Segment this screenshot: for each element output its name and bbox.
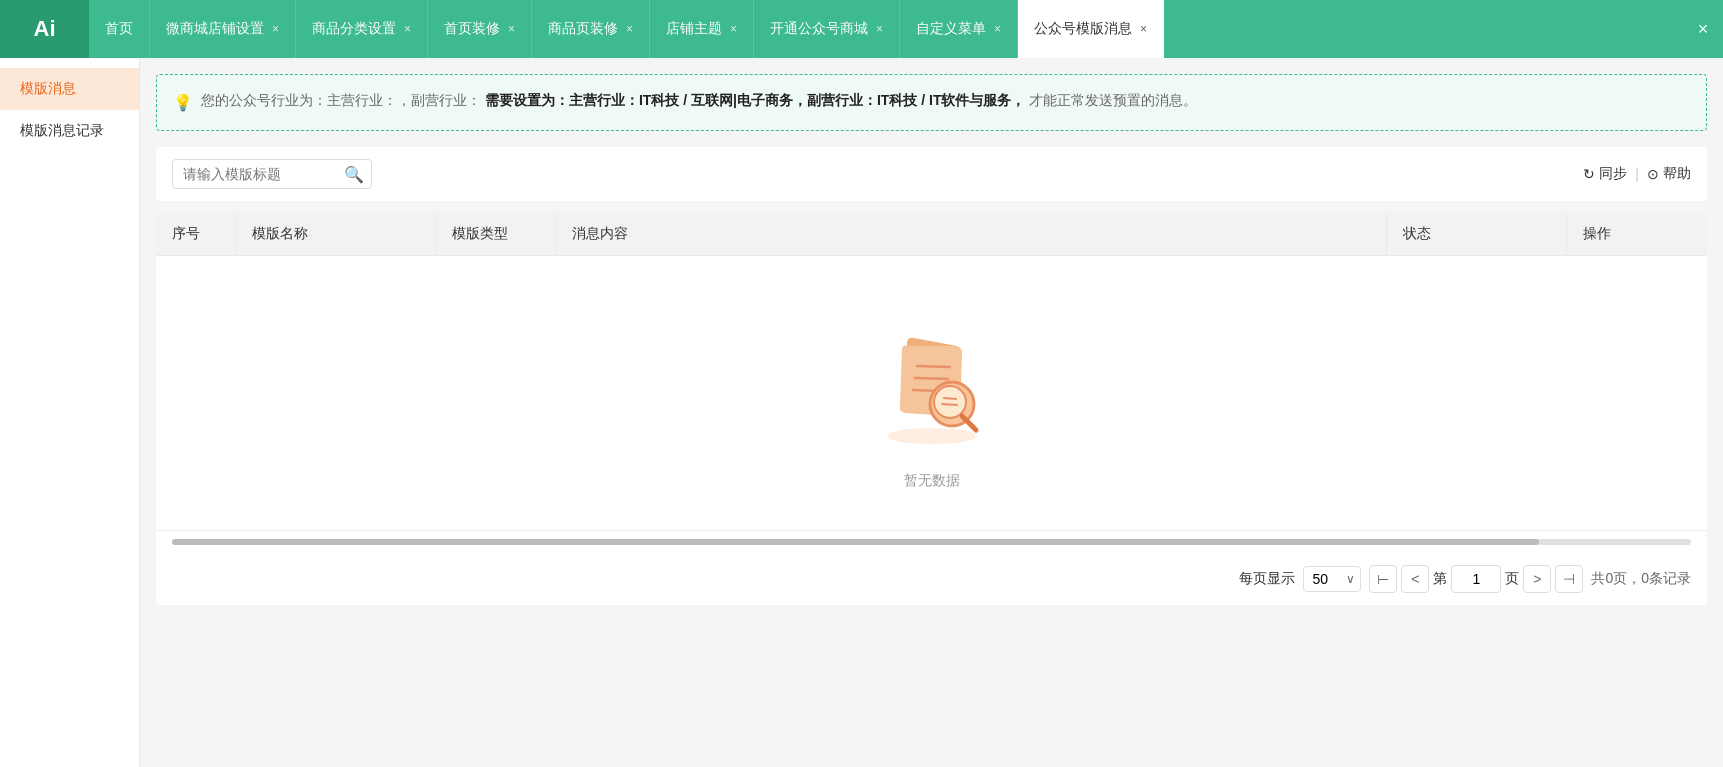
page-size-select[interactable]: 10 20 50 100 xyxy=(1303,566,1361,592)
prev-page-button[interactable]: < xyxy=(1401,565,1429,593)
sidebar-item-template-msg-record[interactable]: 模版消息记录 xyxy=(0,110,139,152)
table-header: 序号 模版名称 模版类型 消息内容 状态 操作 xyxy=(156,213,1707,256)
page-label-before: 第 xyxy=(1433,570,1447,588)
page-label-after: 页 xyxy=(1505,570,1519,588)
help-icon: ⊙ xyxy=(1647,166,1659,182)
alert-box: 💡 您的公众号行业为：主营行业：，副营行业： 需要设置为：主营行业：IT科技 /… xyxy=(156,74,1707,131)
svg-point-5 xyxy=(934,386,966,418)
nav-tab-shop-theme[interactable]: 店铺主题 × xyxy=(650,0,754,58)
nav-tab-custom-menu[interactable]: 自定义菜单 × xyxy=(900,0,1018,58)
col-index: 序号 xyxy=(156,213,236,255)
svg-line-2 xyxy=(915,378,948,379)
alert-text: 您的公众号行业为：主营行业：，副营行业： 需要设置为：主营行业：IT科技 / 互… xyxy=(201,89,1197,111)
sync-button[interactable]: ↻ 同步 xyxy=(1583,165,1627,183)
sync-icon: ↻ xyxy=(1583,166,1595,182)
horizontal-scrollbar[interactable] xyxy=(172,539,1691,545)
first-page-button[interactable]: ⊢ xyxy=(1369,565,1397,593)
search-area: 🔍 ↻ 同步 | ⊙ 帮助 xyxy=(156,147,1707,201)
svg-point-0 xyxy=(887,428,977,444)
alert-highlight: 需要设置为：主营行业：IT科技 / 互联网|电子商务，副营行业：IT科技 / I… xyxy=(485,92,1026,108)
close-tab-shop-theme[interactable]: × xyxy=(730,22,737,36)
horizontal-scrollbar-area[interactable] xyxy=(156,530,1707,553)
help-label: 帮助 xyxy=(1663,165,1691,183)
nav-tab-home-decor[interactable]: 首页装修 × xyxy=(428,0,532,58)
nav-tab-shop-setting[interactable]: 微商城店铺设置 × xyxy=(150,0,296,58)
col-status: 状态 xyxy=(1387,213,1567,255)
nav-tab-product-decor[interactable]: 商品页装修 × xyxy=(532,0,650,58)
col-name: 模版名称 xyxy=(236,213,436,255)
content-area: 💡 您的公众号行业为：主营行业：，副营行业： 需要设置为：主营行业：IT科技 /… xyxy=(140,58,1723,767)
close-tab-product-decor[interactable]: × xyxy=(626,22,633,36)
page-number-input[interactable] xyxy=(1451,565,1501,593)
help-button[interactable]: ⊙ 帮助 xyxy=(1647,165,1691,183)
main-layout: 模版消息模版消息记录 💡 您的公众号行业为：主营行业：，副营行业： 需要设置为：… xyxy=(0,58,1723,767)
divider: | xyxy=(1635,166,1639,182)
top-nav: Ai 首页微商城店铺设置 ×商品分类设置 ×首页装修 ×商品页装修 ×店铺主题 … xyxy=(0,0,1723,58)
nav-tabs: 首页微商城店铺设置 ×商品分类设置 ×首页装修 ×商品页装修 ×店铺主题 ×开通… xyxy=(89,0,1683,58)
close-tab-shop-setting[interactable]: × xyxy=(272,22,279,36)
page-size-select-wrapper[interactable]: 10 20 50 100 xyxy=(1303,566,1361,592)
page-nav: ⊢ < 第 页 > ⊣ xyxy=(1369,565,1583,593)
nav-tab-home[interactable]: 首页 xyxy=(89,0,150,58)
alert-prefix: 您的公众号行业为：主营行业：，副营行业： xyxy=(201,92,481,108)
search-input[interactable] xyxy=(172,159,372,189)
col-content: 消息内容 xyxy=(556,213,1387,255)
empty-illustration xyxy=(862,316,1002,456)
svg-line-7 xyxy=(944,398,956,399)
nav-tab-template-msg[interactable]: 公众号模版消息 × xyxy=(1018,0,1164,58)
alert-icon: 💡 xyxy=(173,90,193,116)
search-button[interactable]: 🔍 xyxy=(344,164,364,183)
close-tab-custom-menu[interactable]: × xyxy=(994,22,1001,36)
nav-tab-open-mall[interactable]: 开通公众号商城 × xyxy=(754,0,900,58)
search-right: ↻ 同步 | ⊙ 帮助 xyxy=(1583,165,1691,183)
empty-state: 暂无数据 xyxy=(156,256,1707,530)
col-type: 模版类型 xyxy=(436,213,556,255)
next-page-button[interactable]: > xyxy=(1523,565,1551,593)
page-total: 共0页，0条记录 xyxy=(1591,570,1691,588)
search-input-wrap: 🔍 xyxy=(172,159,372,189)
col-action: 操作 xyxy=(1567,213,1707,255)
search-left: 🔍 xyxy=(172,159,372,189)
alert-suffix: 才能正常发送预置的消息。 xyxy=(1029,92,1197,108)
close-all-button[interactable]: × xyxy=(1683,0,1723,58)
close-tab-home-decor[interactable]: × xyxy=(508,22,515,36)
empty-text: 暂无数据 xyxy=(904,472,960,490)
page-size-label: 每页显示 xyxy=(1239,570,1295,588)
nav-tab-category-setting[interactable]: 商品分类设置 × xyxy=(296,0,428,58)
logo: Ai xyxy=(0,0,89,58)
sidebar-item-template-msg[interactable]: 模版消息 xyxy=(0,68,139,110)
close-tab-template-msg[interactable]: × xyxy=(1140,22,1147,36)
scrollbar-thumb[interactable] xyxy=(172,539,1539,545)
svg-line-8 xyxy=(942,404,957,405)
svg-line-1 xyxy=(917,366,950,367)
sync-label: 同步 xyxy=(1599,165,1627,183)
data-table: 序号 模版名称 模版类型 消息内容 状态 操作 xyxy=(156,213,1707,605)
close-tab-open-mall[interactable]: × xyxy=(876,22,883,36)
pagination: 每页显示 10 20 50 100 ⊢ < 第 页 > ⊣ xyxy=(156,553,1707,605)
last-page-button[interactable]: ⊣ xyxy=(1555,565,1583,593)
sidebar: 模版消息模版消息记录 xyxy=(0,58,140,767)
close-tab-category-setting[interactable]: × xyxy=(404,22,411,36)
